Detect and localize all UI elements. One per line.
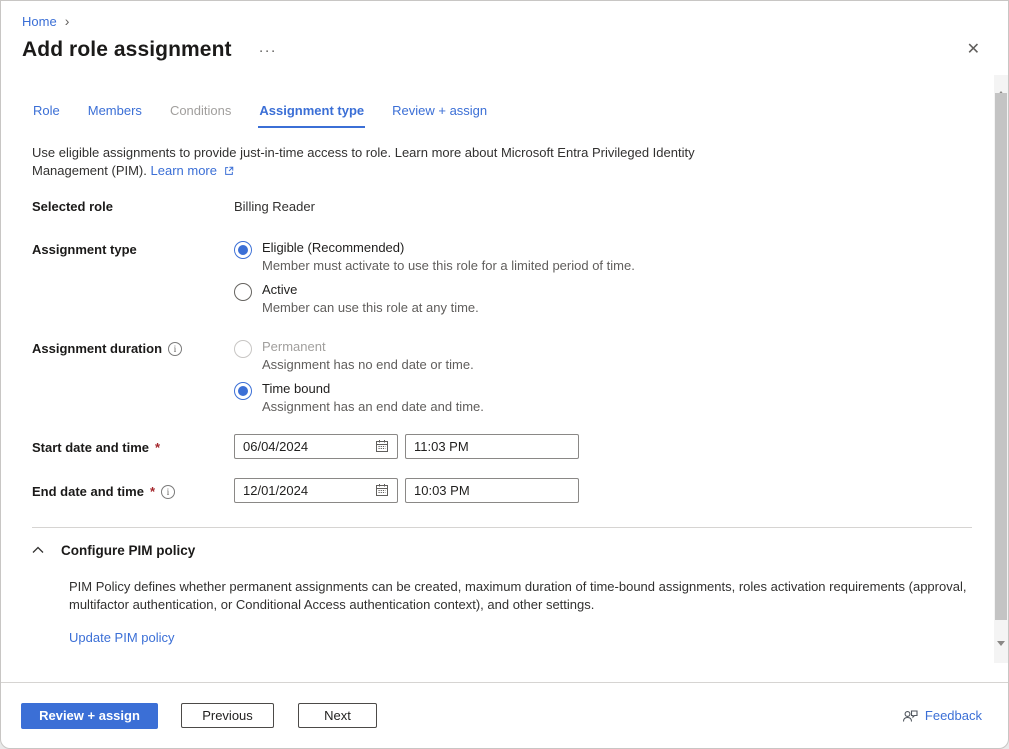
- external-link-icon: [224, 166, 234, 176]
- breadcrumb: Home ›: [22, 13, 988, 29]
- wizard-tabs: Role Members Conditions Assignment type …: [32, 103, 962, 128]
- info-icon[interactable]: i: [161, 485, 175, 499]
- tab-assignment-type[interactable]: Assignment type: [258, 103, 365, 128]
- radio-unselected-icon: [234, 283, 252, 301]
- breadcrumb-home-link[interactable]: Home: [22, 14, 57, 29]
- scroll-up-icon[interactable]: [994, 75, 1008, 91]
- learn-more-label: Learn more: [151, 163, 217, 178]
- info-icon[interactable]: i: [168, 342, 182, 356]
- panel-content: Role Members Conditions Assignment type …: [1, 75, 1008, 663]
- calendar-icon[interactable]: [375, 439, 389, 453]
- radio-time-bound-description: Assignment has an end date and time.: [262, 399, 484, 414]
- learn-more-link[interactable]: Learn more: [151, 163, 234, 178]
- tab-review-assign[interactable]: Review + assign: [391, 103, 488, 128]
- feedback-icon: [902, 708, 919, 724]
- scrollbar-thumb[interactable]: [995, 93, 1007, 620]
- section-divider: [32, 527, 972, 528]
- assignment-type-radio-group: Eligible (Recommended) Member must activ…: [234, 240, 635, 315]
- radio-disabled-icon: [234, 340, 252, 358]
- update-pim-policy-link[interactable]: Update PIM policy: [69, 630, 175, 645]
- start-datetime-label: Start date and time *: [32, 434, 234, 459]
- end-time-input[interactable]: 10:03 PM: [405, 478, 579, 503]
- review-assign-button[interactable]: Review + assign: [21, 703, 158, 729]
- selected-role-label: Selected role: [32, 197, 234, 214]
- pim-section-title: Configure PIM policy: [61, 543, 195, 558]
- radio-eligible-label: Eligible (Recommended): [262, 240, 635, 255]
- close-icon[interactable]: ✕: [967, 39, 980, 59]
- required-mark: *: [150, 484, 155, 499]
- tab-members[interactable]: Members: [87, 103, 143, 128]
- radio-selected-icon: [234, 382, 252, 400]
- tab-role[interactable]: Role: [32, 103, 61, 128]
- start-date-input[interactable]: 06/04/2024: [234, 434, 398, 459]
- radio-time-bound[interactable]: Time bound Assignment has an end date an…: [234, 381, 484, 414]
- more-options-icon[interactable]: ···: [259, 43, 277, 58]
- vertical-scrollbar[interactable]: [994, 75, 1008, 663]
- previous-button[interactable]: Previous: [181, 703, 274, 728]
- scroll-down-icon[interactable]: [994, 645, 1008, 661]
- radio-permanent-description: Assignment has no end date or time.: [262, 357, 474, 372]
- radio-active-label: Active: [262, 282, 479, 297]
- page-title: Add role assignment: [22, 38, 232, 62]
- tab-conditions: Conditions: [169, 103, 232, 128]
- intro-text-body: Use eligible assignments to provide just…: [32, 145, 695, 178]
- pim-section-header[interactable]: Configure PIM policy: [32, 543, 962, 558]
- radio-eligible[interactable]: Eligible (Recommended) Member must activ…: [234, 240, 635, 273]
- end-date-input[interactable]: 12/01/2024: [234, 478, 398, 503]
- radio-selected-icon: [234, 241, 252, 259]
- start-time-value: 11:03 PM: [414, 439, 469, 454]
- end-datetime-label: End date and time * i: [32, 478, 234, 503]
- assignment-duration-label: Assignment duration i: [32, 339, 234, 414]
- intro-text: Use eligible assignments to provide just…: [32, 144, 704, 180]
- end-date-value: 12/01/2024: [243, 483, 308, 498]
- calendar-icon[interactable]: [375, 483, 389, 497]
- radio-active-description: Member can use this role at any time.: [262, 300, 479, 315]
- required-mark: *: [155, 440, 160, 455]
- assignment-duration-radio-group: Permanent Assignment has no end date or …: [234, 339, 484, 414]
- end-time-value: 10:03 PM: [414, 483, 470, 498]
- breadcrumb-chevron-icon: ›: [65, 13, 70, 29]
- feedback-link[interactable]: Feedback: [902, 708, 982, 724]
- start-time-input[interactable]: 11:03 PM: [405, 434, 579, 459]
- radio-permanent-label: Permanent: [262, 339, 474, 354]
- panel-footer: Review + assign Previous Next Feedback: [1, 682, 1008, 748]
- add-role-assignment-panel: Home › Add role assignment ··· ✕ Role Me…: [0, 0, 1009, 749]
- start-date-value: 06/04/2024: [243, 439, 308, 454]
- radio-time-bound-label: Time bound: [262, 381, 484, 396]
- selected-role-value: Billing Reader: [234, 197, 315, 214]
- radio-active[interactable]: Active Member can use this role at any t…: [234, 282, 635, 315]
- pim-section-description: PIM Policy defines whether permanent ass…: [69, 578, 972, 614]
- assignment-type-label: Assignment type: [32, 240, 234, 315]
- next-button[interactable]: Next: [298, 703, 377, 728]
- feedback-label: Feedback: [925, 708, 982, 723]
- chevron-up-icon: [32, 546, 44, 554]
- radio-permanent: Permanent Assignment has no end date or …: [234, 339, 484, 372]
- panel-header: Home › Add role assignment ··· ✕: [1, 1, 1008, 62]
- radio-eligible-description: Member must activate to use this role fo…: [262, 258, 635, 273]
